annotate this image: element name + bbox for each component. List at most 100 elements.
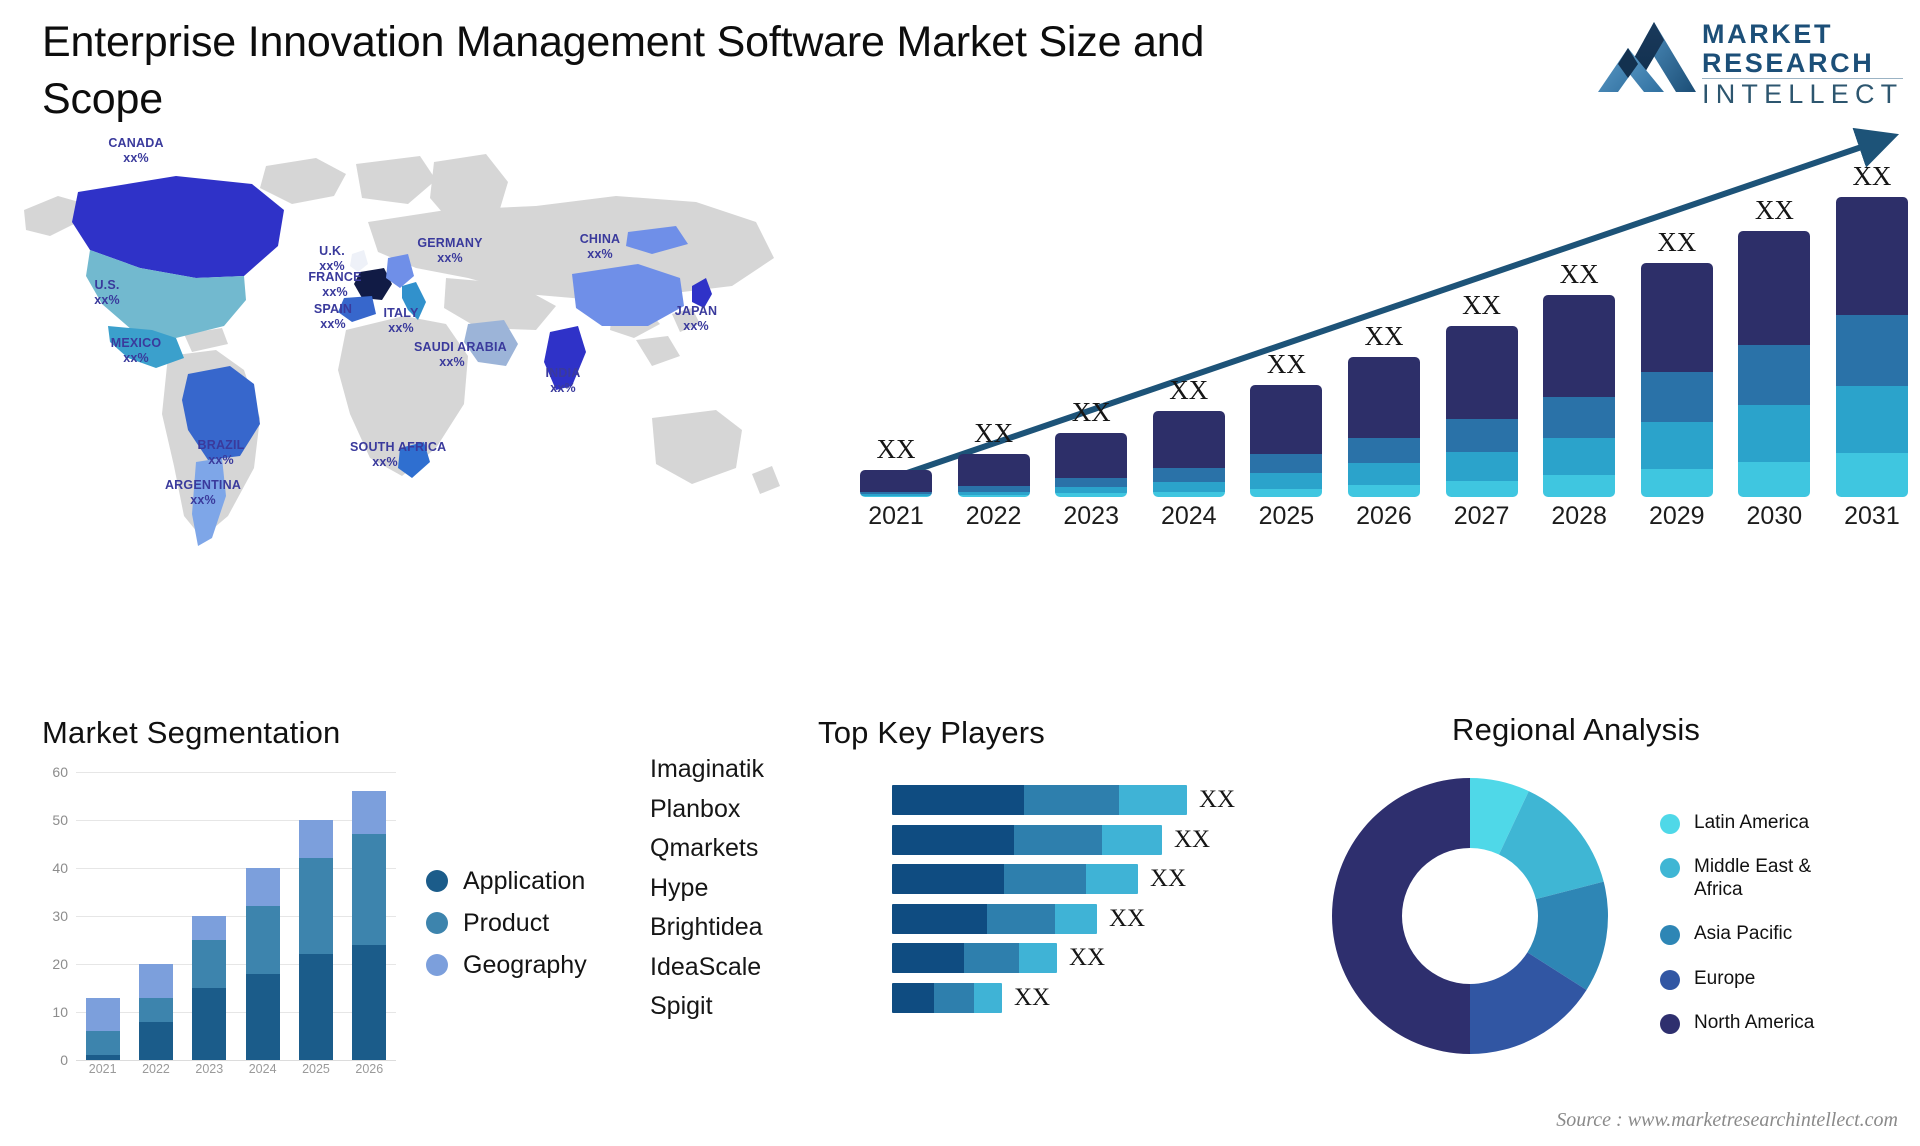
segmentation-y-tick: 40 [52,860,68,876]
segmentation-bar [192,916,227,1060]
segmentation-x-tick: 2021 [88,1062,117,1076]
regional-analysis-chart: Latin America Middle East & Africa Asia Pa… [1300,760,1920,1120]
forecast-bar-segment [1055,433,1128,478]
legend-dot-icon [1660,814,1680,834]
forecast-value-label: XX [1266,349,1306,380]
regional-legend-item: Asia Pacific [1660,923,1854,946]
legend-dot-icon [1660,969,1680,990]
segmentation-bar [352,791,387,1060]
legend-dot-icon [426,870,448,892]
regional-legend-item: North America [1660,1012,1854,1035]
regional-legend-label: North America [1694,1012,1815,1034]
logo-line-research: RESEARCH [1702,48,1875,79]
forecast-bar-column: XX [1347,321,1420,497]
forecast-bar-column: XX [1445,290,1518,497]
player-bar [892,943,1057,973]
forecast-bar-segment [1835,386,1908,454]
segmentation-y-tick: 0 [60,1052,68,1068]
player-bar-segment [987,903,1055,934]
source-attribution: Source : www.marketresearchintellect.com [1556,1109,1898,1131]
forecast-year-label: 2021 [868,502,924,530]
market-research-intellect-logo-icon [1592,18,1700,101]
segmentation-bar-segment [85,997,120,1032]
legend-dot-icon [426,912,448,934]
forecast-bar-segment [1152,491,1225,497]
market-segmentation-title: Market Segmentation [42,715,341,750]
player-name: Spigit [650,992,713,1020]
regional-legend-item: Middle East & Africa [1660,856,1854,901]
player-bar-segment [1119,785,1187,815]
forecast-bar-segment [1543,437,1616,476]
forecast-bar-segment [1835,453,1908,497]
forecast-bar-segment [1250,385,1323,455]
player-bar-segment [892,903,987,934]
forecast-bar-segment [1445,418,1518,452]
player-bar-segment [974,982,1002,1013]
top-key-players-chart: Imaginatik Planbox Qmarkets Hype Brightidea I… [650,755,1310,1115]
top-key-players-title: Top Key Players [818,715,1045,750]
segmentation-bar [85,997,120,1060]
forecast-value-label: XX [1462,290,1502,321]
map-label-argentina: ARGENTINA xx% [164,478,242,508]
map-label-germany: GERMANY xx% [417,236,483,266]
map-label-spain: SPAIN xx% [313,302,353,332]
segmentation-legend-item: Geography [426,944,587,986]
world-map-panel: CANADA xx% U.S. xx% MEXICO xx% BRAZIL xx% AR… [16,118,836,558]
segmentation-bar-segment [298,820,333,859]
segmentation-bar-segment [85,1031,120,1056]
forecast-bar-segment [860,496,932,497]
segmentation-x-tick: 2023 [195,1062,224,1076]
player-name: IdeaScale [650,952,762,981]
map-label-china: CHINA xx% [579,232,621,262]
segmentation-x-tick: 2026 [355,1062,384,1076]
forecast-bar [860,469,932,497]
player-value-label: XX [1150,865,1187,892]
forecast-bar-segment [957,454,1030,487]
player-name: Brightidea [650,913,763,941]
forecast-bar-segment [1445,451,1518,481]
player-bar-segment [934,982,974,1013]
forecast-year-label: 2022 [965,502,1022,530]
regional-legend: Latin America Middle East & Africa Asia Pa… [1660,812,1854,1056]
segmentation-legend-label: Application [463,866,586,895]
forecast-year-label: 2030 [1746,502,1803,530]
forecast-bar [1347,357,1420,497]
forecast-bar [1152,410,1225,497]
forecast-year-axis: 2021 2022 2023 2024 2025 2026 2027 2028 2029 2030… [860,502,1908,536]
map-label-brazil: BRAZIL xx% [197,438,245,468]
segmentation-x-axis: 2021 2022 2023 2024 2025 2026 [76,1062,396,1084]
segmentation-bar-segment [85,1055,120,1060]
forecast-bar-segment [1640,372,1713,423]
forecast-year-label: 2026 [1356,502,1412,530]
forecast-bar-segment [1152,410,1225,468]
forecast-value-label: XX [876,433,916,464]
segmentation-bar-segment [192,916,227,940]
segmentation-bar-segment [352,944,387,1060]
forecast-bar-segment [1152,467,1225,482]
segmentation-y-tick: 10 [52,1004,68,1020]
segmentation-bar-segment [298,954,333,1060]
forecast-year-label: 2024 [1160,502,1217,530]
player-bar-segment [1102,824,1162,855]
logo: MARKET RESEARCH INTELLECT [1592,14,1904,109]
player-value-label: XX [1014,983,1051,1011]
header: Enterprise Innovation Management Softwar… [0,0,1920,128]
player-bar [892,824,1162,855]
forecast-bar-segment [1055,493,1128,497]
player-value-label: XX [1174,825,1211,853]
player-bar-segment [892,864,1004,894]
player-bar-segment [892,982,934,1013]
forecast-bar-segment [1347,357,1420,438]
forecast-bar-segment [1055,477,1128,488]
forecast-bar-column: XX [1152,375,1225,497]
player-value-label: XX [1199,786,1236,813]
forecast-bar-segment [1445,480,1518,497]
forecast-bar-segment [957,495,1030,497]
player-value-label: XX [1069,944,1106,971]
segmentation-plot-area: 0 10 20 30 40 50 60 [52,764,396,1068]
segmentation-y-tick: 30 [52,908,68,924]
segmentation-bar-segment [245,868,280,907]
regional-legend-label: Europe [1694,967,1756,989]
forecast-bar-column: XX [1543,259,1616,497]
forecast-bar-segment [1543,397,1616,438]
